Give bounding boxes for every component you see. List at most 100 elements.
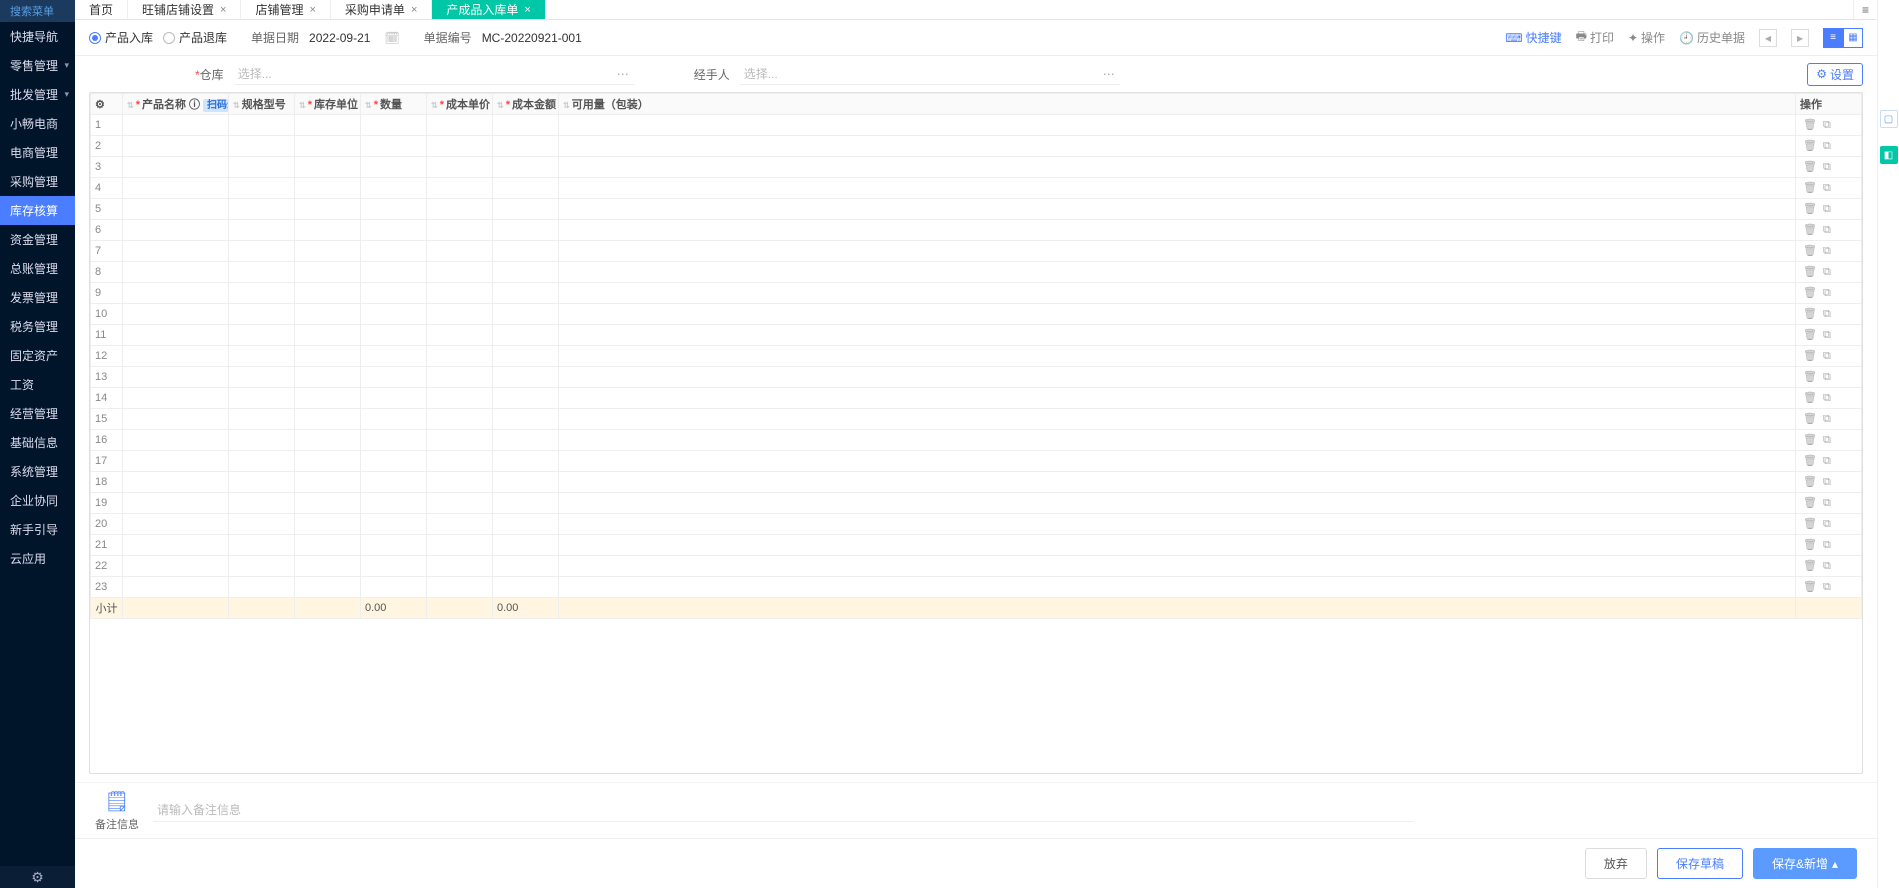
cell[interactable] xyxy=(427,262,493,283)
copy-icon[interactable]: ⧉ xyxy=(1823,224,1831,236)
cell[interactable] xyxy=(295,178,361,199)
cell[interactable] xyxy=(559,304,1796,325)
cell[interactable] xyxy=(493,304,559,325)
cell[interactable] xyxy=(229,178,295,199)
table-row[interactable]: 9🗑⧉ xyxy=(91,283,1862,304)
cell[interactable] xyxy=(361,409,427,430)
cell[interactable] xyxy=(361,514,427,535)
cell[interactable] xyxy=(229,346,295,367)
col-available[interactable]: ⇅可用量（包装） xyxy=(559,94,1796,115)
cell[interactable] xyxy=(361,178,427,199)
cell[interactable] xyxy=(559,178,1796,199)
table-row[interactable]: 19🗑⧉ xyxy=(91,493,1862,514)
cell[interactable] xyxy=(229,325,295,346)
delete-icon[interactable]: 🗑 xyxy=(1803,560,1817,572)
cell[interactable] xyxy=(229,409,295,430)
delete-icon[interactable]: 🗑 xyxy=(1803,539,1817,551)
cell[interactable] xyxy=(229,514,295,535)
table-row[interactable]: 10🗑⧉ xyxy=(91,304,1862,325)
cell[interactable] xyxy=(123,409,229,430)
table-row[interactable]: 14🗑⧉ xyxy=(91,388,1862,409)
sidebar-item-0[interactable]: 快捷导航 xyxy=(0,22,75,51)
cell[interactable] xyxy=(559,346,1796,367)
save-new-button[interactable]: 保存&新增 ▴ xyxy=(1753,848,1857,879)
tab-3[interactable]: 采购申请单× xyxy=(331,0,432,19)
copy-icon[interactable]: ⧉ xyxy=(1823,539,1831,551)
cell[interactable] xyxy=(295,220,361,241)
close-icon[interactable]: × xyxy=(411,4,417,16)
sidebar-item-2[interactable]: 批发管理▾ xyxy=(0,80,75,109)
cell[interactable] xyxy=(559,325,1796,346)
copy-icon[interactable]: ⧉ xyxy=(1823,476,1831,488)
copy-icon[interactable]: ⧉ xyxy=(1823,560,1831,572)
next-record-button[interactable]: ▸ xyxy=(1791,29,1809,47)
copy-icon[interactable]: ⧉ xyxy=(1823,329,1831,341)
date-value[interactable]: 2022-09-21 xyxy=(309,31,370,45)
cell[interactable] xyxy=(361,283,427,304)
cell[interactable] xyxy=(427,367,493,388)
cell[interactable] xyxy=(123,283,229,304)
delete-icon[interactable]: 🗑 xyxy=(1803,476,1817,488)
cell[interactable] xyxy=(427,157,493,178)
cell[interactable] xyxy=(361,388,427,409)
cell[interactable] xyxy=(229,493,295,514)
table-row[interactable]: 13🗑⧉ xyxy=(91,367,1862,388)
cell[interactable] xyxy=(493,346,559,367)
cell[interactable] xyxy=(229,157,295,178)
col-unit[interactable]: ⇅*库存单位 xyxy=(295,94,361,115)
col-qty[interactable]: ⇅*数量 xyxy=(361,94,427,115)
rail-button-2[interactable]: ◧ xyxy=(1880,146,1898,164)
cell[interactable] xyxy=(427,178,493,199)
cell[interactable] xyxy=(559,409,1796,430)
delete-icon[interactable]: 🗑 xyxy=(1803,224,1817,236)
cell[interactable] xyxy=(559,577,1796,598)
cell[interactable] xyxy=(427,241,493,262)
cell[interactable] xyxy=(493,136,559,157)
cell[interactable] xyxy=(427,577,493,598)
cell[interactable] xyxy=(361,262,427,283)
delete-icon[interactable]: 🗑 xyxy=(1803,392,1817,404)
cell[interactable] xyxy=(123,262,229,283)
table-row[interactable]: 1🗑⧉ xyxy=(91,115,1862,136)
cell[interactable] xyxy=(493,157,559,178)
cell[interactable] xyxy=(295,388,361,409)
cell[interactable] xyxy=(427,304,493,325)
table-row[interactable]: 20🗑⧉ xyxy=(91,514,1862,535)
save-draft-button[interactable]: 保存草稿 xyxy=(1657,848,1743,879)
cell[interactable] xyxy=(559,367,1796,388)
cell[interactable] xyxy=(427,388,493,409)
col-config[interactable]: ⚙ xyxy=(91,94,123,115)
sidebar-item-18[interactable]: 云应用 xyxy=(0,544,75,573)
cell[interactable] xyxy=(123,556,229,577)
copy-icon[interactable]: ⧉ xyxy=(1823,287,1831,299)
cell[interactable] xyxy=(229,199,295,220)
sidebar-item-6[interactable]: 库存核算 xyxy=(0,196,75,225)
cell[interactable] xyxy=(559,262,1796,283)
remark-input[interactable] xyxy=(153,799,1413,822)
sidebar-item-10[interactable]: 税务管理 xyxy=(0,312,75,341)
cell[interactable] xyxy=(559,535,1796,556)
sidebar-item-8[interactable]: 总账管理 xyxy=(0,254,75,283)
cell[interactable] xyxy=(295,556,361,577)
delete-icon[interactable]: 🗑 xyxy=(1803,245,1817,257)
delete-icon[interactable]: 🗑 xyxy=(1803,182,1817,194)
cell[interactable] xyxy=(295,325,361,346)
copy-icon[interactable]: ⧉ xyxy=(1823,455,1831,467)
table-row[interactable]: 4🗑⧉ xyxy=(91,178,1862,199)
cell[interactable] xyxy=(123,325,229,346)
table-row[interactable]: 2🗑⧉ xyxy=(91,136,1862,157)
col-price[interactable]: ⇅*成本单价 xyxy=(427,94,493,115)
cell[interactable] xyxy=(229,115,295,136)
cell[interactable] xyxy=(229,136,295,157)
cell[interactable] xyxy=(493,115,559,136)
cell[interactable] xyxy=(123,199,229,220)
cell[interactable] xyxy=(493,262,559,283)
view-list-button[interactable]: ≡ xyxy=(1823,28,1843,48)
cell[interactable] xyxy=(295,493,361,514)
close-icon[interactable]: × xyxy=(309,4,315,16)
cell[interactable] xyxy=(493,241,559,262)
cell[interactable] xyxy=(493,514,559,535)
cell[interactable] xyxy=(123,514,229,535)
col-amount[interactable]: ⇅*成本金额 xyxy=(493,94,559,115)
cell[interactable] xyxy=(295,430,361,451)
